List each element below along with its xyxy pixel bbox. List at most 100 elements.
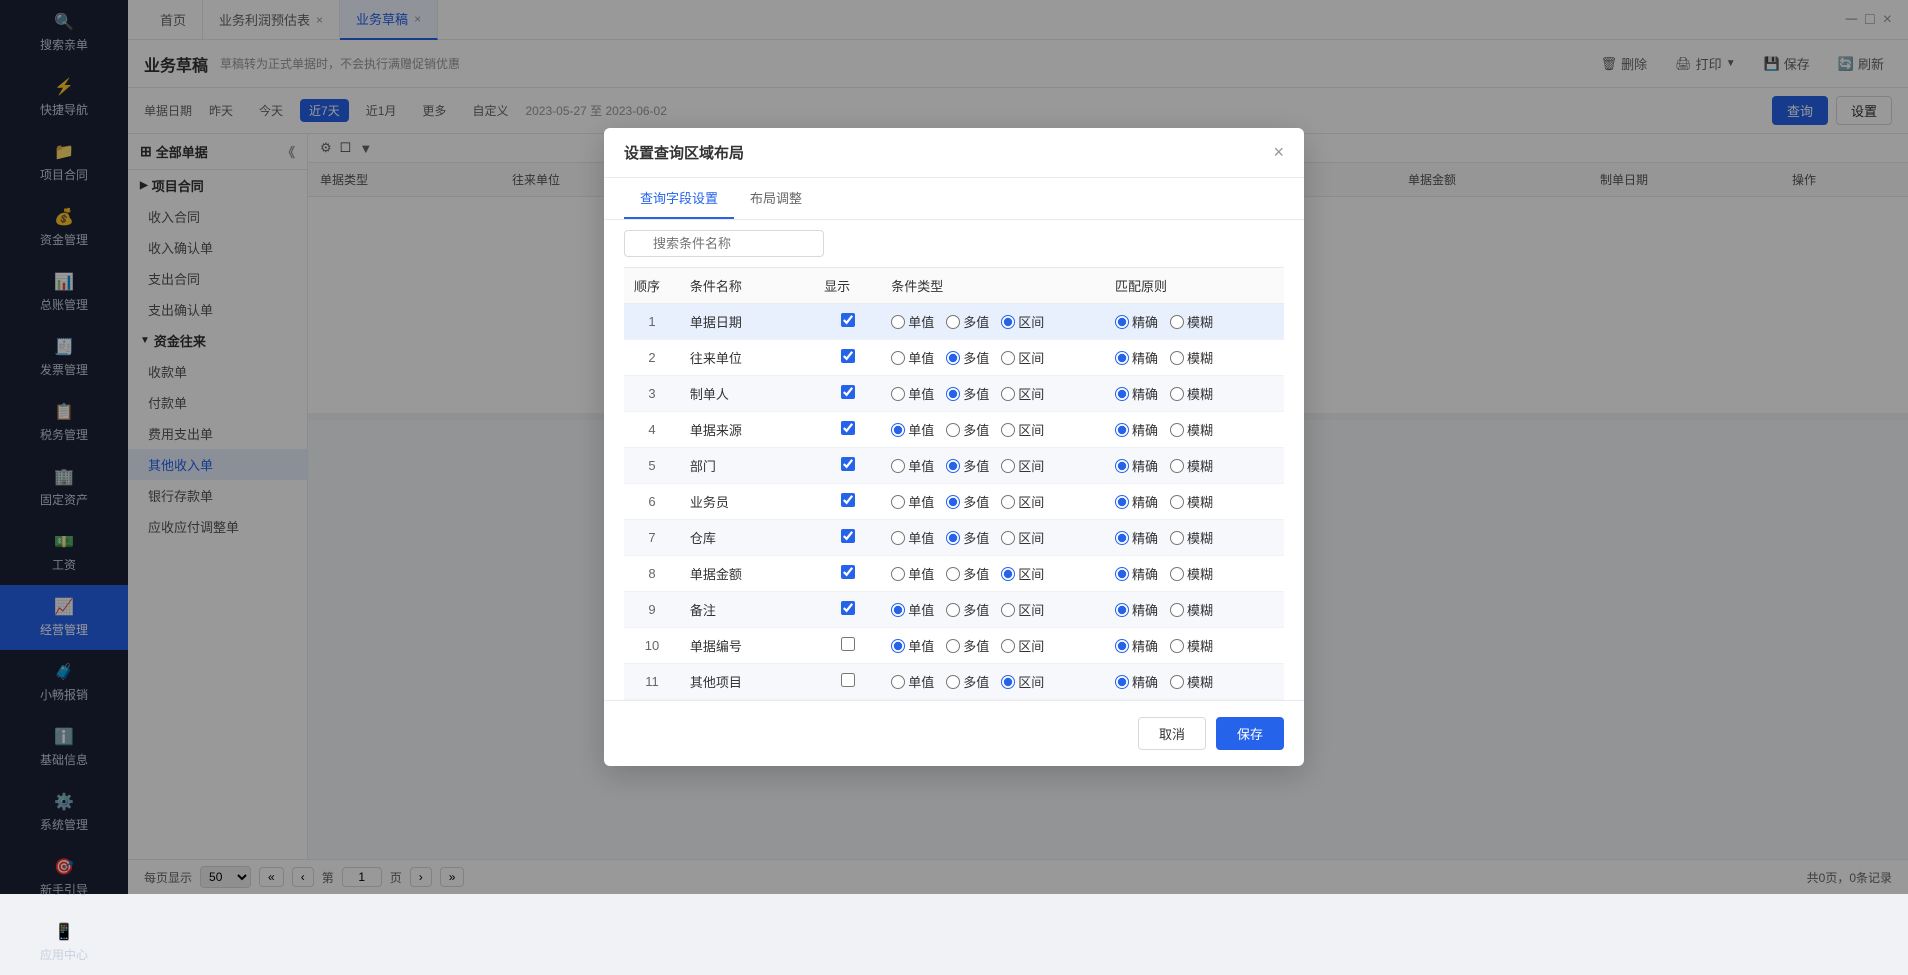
type-radio-item[interactable]: 单值 — [891, 420, 934, 439]
type-radio-item[interactable]: 区间 — [1001, 672, 1044, 691]
type-radio-item[interactable]: 区间 — [1001, 600, 1044, 619]
type-radio-item[interactable]: 单值 — [891, 492, 934, 511]
type-radio[interactable] — [891, 315, 905, 329]
type-radio-item[interactable]: 多值 — [946, 312, 989, 331]
type-radio[interactable] — [946, 351, 960, 365]
match-radio[interactable] — [1170, 459, 1184, 473]
match-radio[interactable] — [1115, 315, 1129, 329]
display-checkbox[interactable] — [841, 385, 855, 399]
display-checkbox[interactable] — [841, 637, 855, 651]
type-radio[interactable] — [1001, 315, 1015, 329]
modal-tab-layout[interactable]: 布局调整 — [734, 178, 818, 219]
type-radio[interactable] — [891, 351, 905, 365]
match-radio-item[interactable]: 模糊 — [1170, 528, 1213, 547]
match-radio-item[interactable]: 精确 — [1115, 312, 1158, 331]
type-radio-item[interactable]: 区间 — [1001, 492, 1044, 511]
type-radio-item[interactable]: 单值 — [891, 672, 934, 691]
match-radio-item[interactable]: 模糊 — [1170, 564, 1213, 583]
type-radio-item[interactable]: 多值 — [946, 672, 989, 691]
sidebar-item-appstore[interactable]: 📱 应用中心 — [0, 910, 128, 975]
match-radio[interactable] — [1115, 531, 1129, 545]
type-radio-item[interactable]: 多值 — [946, 420, 989, 439]
match-radio[interactable] — [1170, 639, 1184, 653]
match-radio-item[interactable]: 精确 — [1115, 564, 1158, 583]
modal-cancel-btn[interactable]: 取消 — [1138, 717, 1206, 750]
match-radio[interactable] — [1115, 495, 1129, 509]
display-checkbox[interactable] — [841, 349, 855, 363]
type-radio[interactable] — [1001, 423, 1015, 437]
type-radio-item[interactable]: 单值 — [891, 456, 934, 475]
type-radio[interactable] — [891, 531, 905, 545]
match-radio-item[interactable]: 精确 — [1115, 672, 1158, 691]
type-radio[interactable] — [891, 603, 905, 617]
match-radio[interactable] — [1170, 495, 1184, 509]
match-radio[interactable] — [1170, 603, 1184, 617]
type-radio-item[interactable]: 多值 — [946, 384, 989, 403]
type-radio[interactable] — [1001, 603, 1015, 617]
type-radio-item[interactable]: 单值 — [891, 528, 934, 547]
display-checkbox[interactable] — [841, 313, 855, 327]
type-radio[interactable] — [1001, 567, 1015, 581]
type-radio[interactable] — [1001, 495, 1015, 509]
match-radio[interactable] — [1170, 567, 1184, 581]
type-radio[interactable] — [1001, 459, 1015, 473]
match-radio[interactable] — [1170, 675, 1184, 689]
type-radio-item[interactable]: 多值 — [946, 564, 989, 583]
modal-close-btn[interactable]: × — [1273, 142, 1284, 163]
type-radio-item[interactable]: 单值 — [891, 600, 934, 619]
match-radio[interactable] — [1115, 567, 1129, 581]
type-radio[interactable] — [946, 603, 960, 617]
display-checkbox[interactable] — [841, 601, 855, 615]
type-radio-item[interactable]: 多值 — [946, 492, 989, 511]
match-radio[interactable] — [1170, 423, 1184, 437]
match-radio[interactable] — [1115, 675, 1129, 689]
type-radio-item[interactable]: 单值 — [891, 348, 934, 367]
match-radio-item[interactable]: 模糊 — [1170, 348, 1213, 367]
modal-tab-fields[interactable]: 查询字段设置 — [624, 178, 734, 219]
match-radio-item[interactable]: 精确 — [1115, 420, 1158, 439]
match-radio-item[interactable]: 模糊 — [1170, 600, 1213, 619]
match-radio-item[interactable]: 精确 — [1115, 528, 1158, 547]
match-radio[interactable] — [1115, 603, 1129, 617]
type-radio-item[interactable]: 多值 — [946, 600, 989, 619]
type-radio[interactable] — [1001, 675, 1015, 689]
match-radio-item[interactable]: 模糊 — [1170, 672, 1213, 691]
type-radio[interactable] — [946, 495, 960, 509]
modal-save-btn[interactable]: 保存 — [1216, 717, 1284, 750]
type-radio-item[interactable]: 区间 — [1001, 312, 1044, 331]
type-radio[interactable] — [946, 315, 960, 329]
type-radio[interactable] — [891, 423, 905, 437]
match-radio[interactable] — [1170, 351, 1184, 365]
match-radio[interactable] — [1115, 423, 1129, 437]
type-radio-item[interactable]: 单值 — [891, 312, 934, 331]
display-checkbox[interactable] — [841, 529, 855, 543]
type-radio[interactable] — [946, 387, 960, 401]
match-radio-item[interactable]: 模糊 — [1170, 492, 1213, 511]
type-radio[interactable] — [946, 459, 960, 473]
type-radio[interactable] — [946, 639, 960, 653]
type-radio-item[interactable]: 区间 — [1001, 348, 1044, 367]
match-radio-item[interactable]: 模糊 — [1170, 636, 1213, 655]
match-radio-item[interactable]: 模糊 — [1170, 384, 1213, 403]
match-radio-item[interactable]: 精确 — [1115, 456, 1158, 475]
modal-search-input[interactable] — [624, 230, 824, 257]
display-checkbox[interactable] — [841, 493, 855, 507]
match-radio[interactable] — [1170, 315, 1184, 329]
match-radio-item[interactable]: 精确 — [1115, 348, 1158, 367]
match-radio[interactable] — [1115, 387, 1129, 401]
type-radio[interactable] — [1001, 531, 1015, 545]
type-radio[interactable] — [891, 459, 905, 473]
display-checkbox[interactable] — [841, 565, 855, 579]
type-radio[interactable] — [946, 675, 960, 689]
type-radio[interactable] — [1001, 351, 1015, 365]
match-radio[interactable] — [1170, 531, 1184, 545]
type-radio-item[interactable]: 区间 — [1001, 564, 1044, 583]
type-radio-item[interactable]: 单值 — [891, 384, 934, 403]
type-radio[interactable] — [891, 675, 905, 689]
type-radio[interactable] — [891, 567, 905, 581]
match-radio-item[interactable]: 精确 — [1115, 492, 1158, 511]
match-radio-item[interactable]: 精确 — [1115, 636, 1158, 655]
match-radio-item[interactable]: 模糊 — [1170, 312, 1213, 331]
type-radio-item[interactable]: 单值 — [891, 564, 934, 583]
match-radio-item[interactable]: 模糊 — [1170, 456, 1213, 475]
